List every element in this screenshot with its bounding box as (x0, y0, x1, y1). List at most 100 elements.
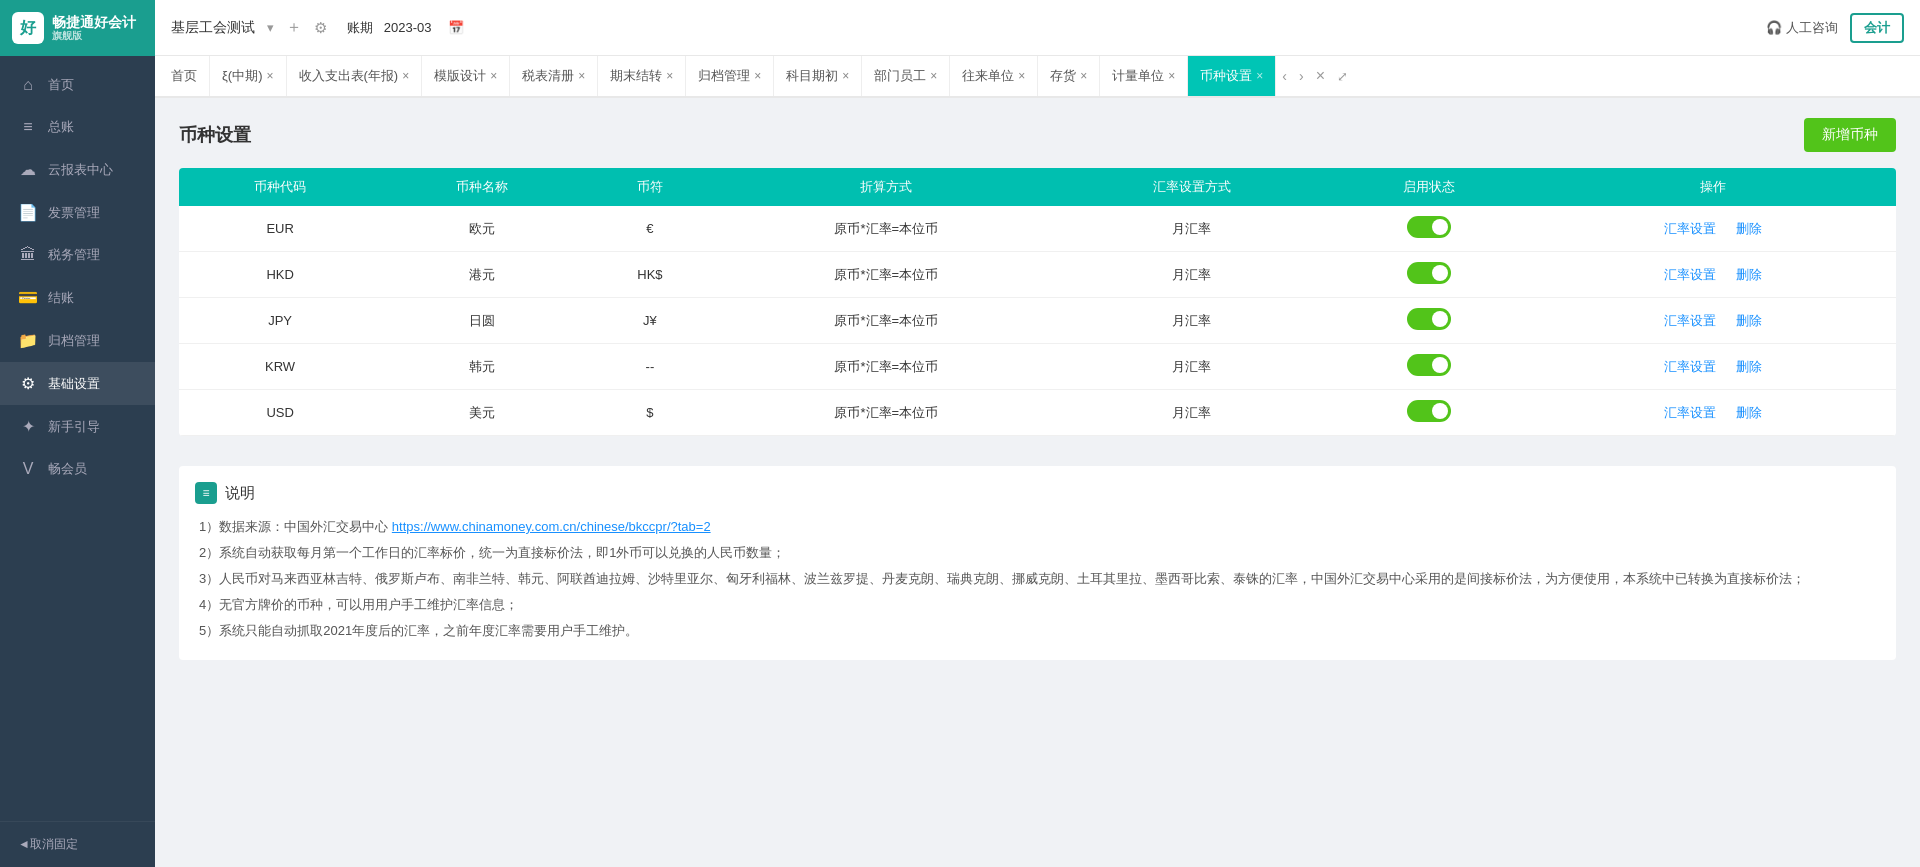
notice-icon: ≡ (195, 482, 217, 504)
tab-subjects-label: 科目期初 (786, 67, 838, 85)
close-all-tabs-button[interactable]: × (1310, 67, 1331, 85)
company-dropdown-icon[interactable]: ▾ (267, 20, 274, 35)
rate-setting-link[interactable]: 汇率设置 (1664, 221, 1716, 236)
cell-code: KRW (179, 344, 381, 390)
sidebar-item-reports[interactable]: ☁ 云报表中心 (0, 148, 155, 191)
tab-template-close[interactable]: × (490, 69, 497, 83)
headset-icon: 🎧 (1766, 20, 1782, 35)
page-title-row: 币种设置 新增币种 (179, 118, 1896, 152)
sidebar-pin-toggle[interactable]: ◄取消固定 (0, 821, 155, 867)
tab-period-end-close[interactable]: × (666, 69, 673, 83)
guide-icon: ✦ (18, 417, 38, 436)
tab-inventory-label: 存货 (1050, 67, 1076, 85)
consult-button[interactable]: 🎧 人工咨询 (1766, 19, 1838, 37)
cell-code: JPY (179, 298, 381, 344)
rate-setting-link[interactable]: 汇率设置 (1664, 405, 1716, 420)
tab-archive-close[interactable]: × (754, 69, 761, 83)
tab-period-end[interactable]: 期末结转 × (598, 56, 686, 96)
cell-symbol: € (583, 206, 716, 252)
delete-link[interactable]: 删除 (1736, 405, 1762, 420)
cell-rate-type: 月汇率 (1056, 298, 1327, 344)
enable-toggle[interactable] (1407, 354, 1451, 376)
enable-toggle[interactable] (1407, 216, 1451, 238)
logo-icon: 好 (12, 12, 44, 44)
tab-home[interactable]: 首页 (159, 56, 210, 96)
settings-icon[interactable]: ⚙ (314, 19, 327, 37)
tab-dept-close[interactable]: × (930, 69, 937, 83)
delete-link[interactable]: 删除 (1736, 313, 1762, 328)
notice-item: 5）系统只能自动抓取2021年度后的汇率，之前年度汇率需要用户手工维护。 (199, 618, 1880, 644)
company-name: 基层工会测试 (171, 19, 255, 37)
table-row: HKD 港元 HK$ 原币*汇率=本位币 月汇率 汇率设置 删除 (179, 252, 1896, 298)
currency-table: 币种代码 币种名称 币符 折算方式 汇率设置方式 启用状态 操作 EUR 欧元 … (179, 168, 1896, 436)
rate-setting-link[interactable]: 汇率设置 (1664, 359, 1716, 374)
tab-measure[interactable]: 计量单位 × (1100, 56, 1188, 96)
notice-link[interactable]: https://www.chinamoney.com.cn/chinese/bk… (392, 519, 711, 534)
tab-inventory[interactable]: 存货 × (1038, 56, 1100, 96)
sidebar-label-invoice: 发票管理 (48, 204, 100, 222)
sidebar-item-invoice[interactable]: 📄 发票管理 (0, 191, 155, 234)
tab-next-button[interactable]: › (1293, 68, 1310, 84)
cell-rate-type: 月汇率 (1056, 206, 1327, 252)
col-name: 币种名称 (381, 168, 583, 206)
tab-tax[interactable]: 税表清册 × (510, 56, 598, 96)
main-area: 基层工会测试 ▾ ＋ ⚙ 账期 2023-03 📅 🎧 人工咨询 会计 首页 ξ… (155, 0, 1920, 867)
tab-subjects[interactable]: 科目期初 × (774, 56, 862, 96)
tab-prev-button[interactable]: ‹ (1276, 68, 1293, 84)
tab-inventory-close[interactable]: × (1080, 69, 1087, 83)
add-tab-icon[interactable]: ＋ (286, 17, 302, 38)
tab-units[interactable]: 往来单位 × (950, 56, 1038, 96)
tab-archive[interactable]: 归档管理 × (686, 56, 774, 96)
notice-item: 2）系统自动获取每月第一个工作日的汇率标价，统一为直接标价法，即1外币可以兑换的… (199, 540, 1880, 566)
cell-rate-type: 月汇率 (1056, 344, 1327, 390)
consult-label: 人工咨询 (1786, 19, 1838, 37)
col-symbol: 币符 (583, 168, 716, 206)
app-edition: 旗舰版 (52, 30, 136, 42)
member-icon: V (18, 460, 38, 478)
new-currency-button[interactable]: 新增币种 (1804, 118, 1896, 152)
tab-currency-label: 币种设置 (1200, 67, 1252, 85)
tab-income[interactable]: 收入支出表(年报) × (287, 56, 423, 96)
sidebar-item-member[interactable]: V 畅会员 (0, 448, 155, 490)
sidebar-label-archive: 归档管理 (48, 332, 100, 350)
enable-toggle[interactable] (1407, 262, 1451, 284)
cell-name: 韩元 (381, 344, 583, 390)
tab-dept-label: 部门员工 (874, 67, 926, 85)
enable-toggle[interactable] (1407, 400, 1451, 422)
tab-income-close[interactable]: × (402, 69, 409, 83)
cell-enabled (1328, 206, 1530, 252)
sidebar-item-tax[interactable]: 🏛 税务管理 (0, 234, 155, 276)
delete-link[interactable]: 删除 (1736, 267, 1762, 282)
tab-dept[interactable]: 部门员工 × (862, 56, 950, 96)
app-logo: 好 畅捷通好会计 旗舰版 (0, 0, 155, 56)
tab-units-close[interactable]: × (1018, 69, 1025, 83)
sidebar-item-ledger[interactable]: ≡ 总账 (0, 106, 155, 148)
sidebar-item-basic[interactable]: ⚙ 基础设置 (0, 362, 155, 405)
sidebar-item-guide[interactable]: ✦ 新手引导 (0, 405, 155, 448)
sidebar-item-home[interactable]: ⌂ 首页 (0, 64, 155, 106)
tab-period[interactable]: ξ(中期) × (210, 56, 287, 96)
sidebar-label-guide: 新手引导 (48, 418, 100, 436)
sidebar-item-archive[interactable]: 📁 归档管理 (0, 319, 155, 362)
tab-measure-close[interactable]: × (1168, 69, 1175, 83)
tab-template[interactable]: 模版设计 × (422, 56, 510, 96)
calendar-icon[interactable]: 📅 (448, 20, 464, 35)
sidebar-item-settlement[interactable]: 💳 结账 (0, 276, 155, 319)
tab-currency[interactable]: 币种设置 × (1188, 56, 1276, 96)
expand-icon[interactable]: ⤢ (1331, 69, 1354, 84)
rate-setting-link[interactable]: 汇率设置 (1664, 313, 1716, 328)
delete-link[interactable]: 删除 (1736, 359, 1762, 374)
tab-tax-close[interactable]: × (578, 69, 585, 83)
enable-toggle[interactable] (1407, 308, 1451, 330)
tab-subjects-close[interactable]: × (842, 69, 849, 83)
tab-currency-close[interactable]: × (1256, 69, 1263, 83)
cell-actions: 汇率设置 删除 (1530, 252, 1896, 298)
cell-calc: 原币*汇率=本位币 (716, 390, 1056, 436)
tab-period-close[interactable]: × (266, 69, 273, 83)
sidebar-nav: ⌂ 首页 ≡ 总账 ☁ 云报表中心 📄 发票管理 🏛 税务管理 💳 结账 📁 归… (0, 56, 155, 821)
delete-link[interactable]: 删除 (1736, 221, 1762, 236)
cell-name: 港元 (381, 252, 583, 298)
rate-setting-link[interactable]: 汇率设置 (1664, 267, 1716, 282)
accountant-button[interactable]: 会计 (1850, 13, 1904, 43)
col-actions: 操作 (1530, 168, 1896, 206)
